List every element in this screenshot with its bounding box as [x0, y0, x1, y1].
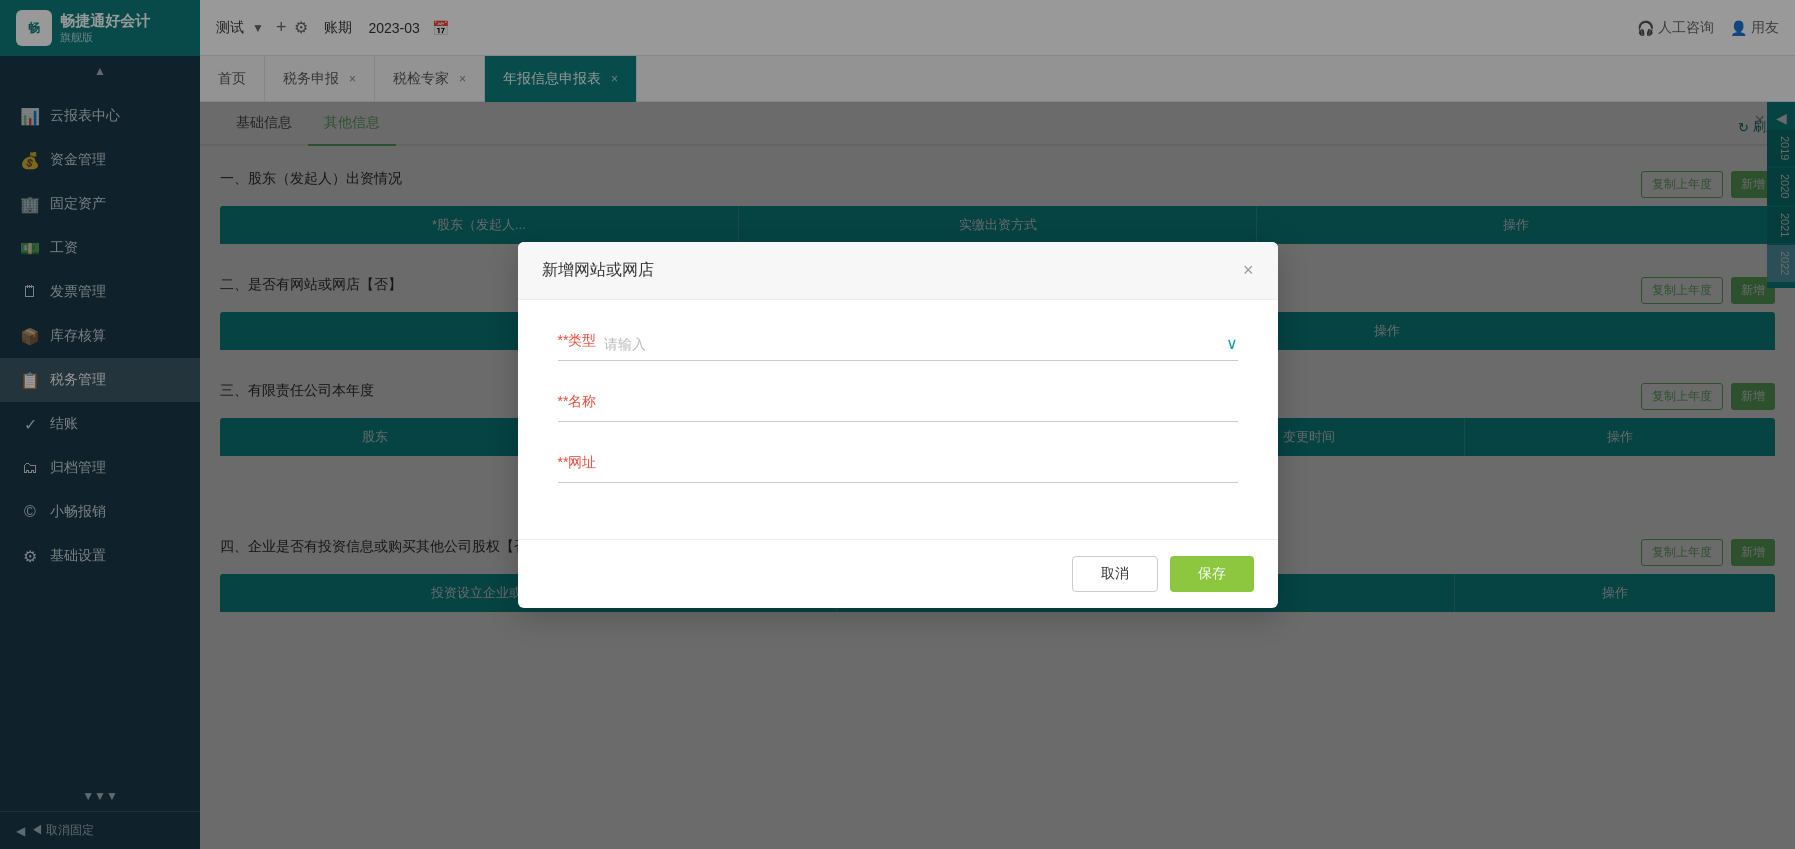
- modal-close-button[interactable]: ×: [1243, 260, 1254, 281]
- name-label: **名称: [558, 393, 597, 411]
- form-input-wrap-type: **类型 ∨: [558, 328, 1238, 361]
- cancel-button[interactable]: 取消: [1072, 556, 1158, 592]
- modal-header: 新增网站或网店 ×: [518, 242, 1278, 300]
- modal-overlay: 新增网站或网店 × **类型 ∨ **名称: [0, 0, 1795, 849]
- name-input[interactable]: [604, 389, 1237, 421]
- form-row-name: **名称: [558, 389, 1238, 422]
- url-input[interactable]: [604, 450, 1237, 482]
- url-label: **网址: [558, 454, 597, 472]
- type-dropdown-icon[interactable]: ∨: [1226, 334, 1238, 353]
- modal-footer: 取消 保存: [518, 539, 1278, 608]
- form-row-url: **网址: [558, 450, 1238, 483]
- form-row-type: **类型 ∨: [558, 328, 1238, 361]
- modal-title: 新增网站或网店: [542, 260, 654, 281]
- type-label: **类型: [558, 332, 597, 350]
- modal-body: **类型 ∨ **名称 **网址: [518, 300, 1278, 539]
- form-input-wrap-url: **网址: [558, 450, 1238, 483]
- add-website-modal: 新增网站或网店 × **类型 ∨ **名称: [518, 242, 1278, 608]
- type-input[interactable]: [604, 328, 1237, 360]
- save-button[interactable]: 保存: [1170, 556, 1254, 592]
- form-input-wrap-name: **名称: [558, 389, 1238, 422]
